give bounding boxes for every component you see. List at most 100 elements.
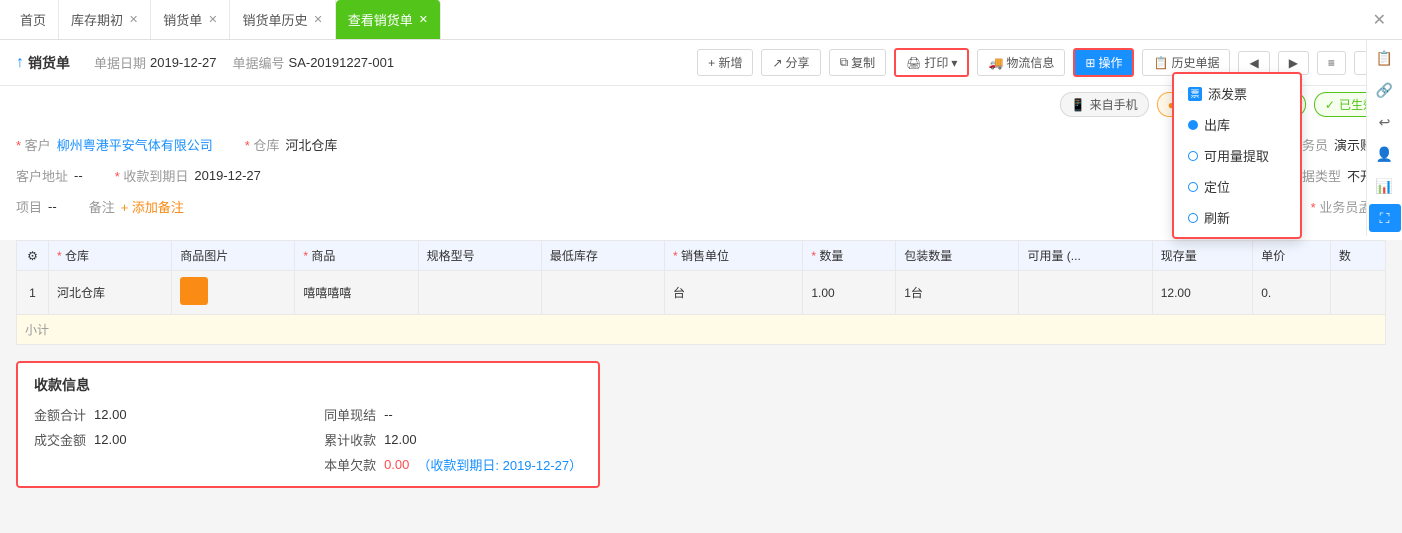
dropdown-refresh[interactable]: 刷新 — [1174, 202, 1300, 233]
payment-info-box: 收款信息 金额合计 12.00 同单现结 -- 成交金额 12.00 — [16, 361, 600, 488]
tab-inventory-init[interactable]: 库存期初 ✕ — [59, 0, 151, 39]
operation-button[interactable]: ⊞ 操作 — [1073, 48, 1134, 77]
col-product: * 商品 — [295, 241, 418, 271]
tab-home-label: 首页 — [20, 10, 46, 29]
dropdown-add-invoice[interactable]: 票 添发票 — [1174, 78, 1300, 109]
list-view-button[interactable]: ≡ — [1317, 51, 1346, 75]
logistics-icon: 🚚 — [988, 56, 1003, 70]
cell-warehouse: 河北仓库 — [49, 271, 172, 315]
locate-icon — [1188, 182, 1198, 192]
cell-unit-price: 0. — [1253, 271, 1331, 315]
sidebar-icon-3[interactable]: ↩ — [1369, 108, 1401, 136]
add-note-button[interactable]: 添加备注 — [121, 197, 184, 216]
refresh-label: 刷新 — [1204, 208, 1230, 227]
available-qty-icon — [1188, 151, 1198, 161]
tab-view-sales-label: 查看销货单 — [348, 10, 413, 29]
available-qty-label: 可用量提取 — [1204, 146, 1269, 165]
copy-button[interactable]: ⧉ 复制 — [829, 49, 887, 76]
project-label: 项目 — [16, 197, 42, 216]
sidebar-icon-2[interactable]: 🔗 — [1369, 76, 1401, 104]
due-date-field: 收款到期日 2019-12-27 — [115, 166, 261, 185]
doc-no-field: 单据编号 SA-20191227-001 — [233, 53, 395, 72]
transaction-amount-label: 成交金额 — [34, 430, 86, 449]
tab-sales-history-label: 销货单历史 — [242, 10, 307, 29]
cell-stock: 12.00 — [1152, 271, 1252, 315]
col-stock: 现存量 — [1152, 241, 1252, 271]
print-button[interactable]: 🖨 打印 ▾ — [894, 48, 969, 77]
same-order-row: 同单现结 -- — [324, 405, 582, 424]
sidebar-icon-1[interactable]: 📋 — [1369, 44, 1401, 72]
tab-sales-order[interactable]: 销货单 ✕ — [151, 0, 230, 39]
sidebar-icon-5[interactable]: 📊 — [1369, 172, 1401, 200]
cell-pack-qty: 1台 — [896, 271, 1019, 315]
doc-meta: 单据日期 2019-12-27 单据编号 SA-20191227-001 — [94, 53, 689, 72]
print-icon: 🖨 — [906, 56, 921, 70]
copy-icon: ⧉ — [840, 55, 849, 70]
arrears-value: 0.00 — [384, 457, 409, 472]
col-min-stock: 最低库存 — [541, 241, 664, 271]
transaction-amount-value: 12.00 — [94, 432, 127, 447]
locate-label: 定位 — [1204, 177, 1230, 196]
dropdown-outbound[interactable]: 出库 — [1174, 109, 1300, 140]
tab-view-sales[interactable]: 查看销货单 ✕ — [336, 0, 441, 39]
status-from-phone[interactable]: 📱 来自手机 — [1060, 92, 1149, 117]
tab-view-sales-close[interactable]: ✕ — [419, 13, 428, 26]
cumulative-receipt-label: 累计收款 — [324, 430, 376, 449]
tab-sales-history[interactable]: 销货单历史 ✕ — [230, 0, 335, 39]
operation-icon: ⊞ — [1085, 56, 1095, 70]
address-field: 客户地址 -- — [16, 166, 83, 185]
table-header-row: ⚙ * 仓库 商品图片 * 商品 规格型号 最低库存 * 销售单位 * 数量 包… — [17, 241, 1386, 271]
doc-date-field: 单据日期 2019-12-27 — [94, 53, 217, 72]
tab-sales-history-close[interactable]: ✕ — [314, 13, 323, 26]
outbound-icon — [1188, 120, 1198, 130]
logistics-button[interactable]: 🚚 物流信息 — [977, 49, 1065, 76]
share-button[interactable]: ↗ 分享 — [761, 49, 820, 76]
doc-no-value: SA-20191227-001 — [289, 55, 395, 70]
note-label: 备注 — [89, 197, 115, 216]
cell-extra — [1330, 271, 1385, 315]
from-phone-label: 来自手机 — [1090, 96, 1138, 113]
warehouse-value: 河北仓库 — [285, 135, 337, 154]
cell-no: 1 — [17, 271, 49, 315]
dropdown-locate[interactable]: 定位 — [1174, 171, 1300, 202]
global-close-button[interactable]: ✕ — [1365, 10, 1394, 30]
tab-home[interactable]: 首页 — [8, 0, 59, 39]
history-icon: 📋 — [1153, 56, 1168, 70]
add-invoice-icon: 票 — [1188, 87, 1202, 101]
effective-icon: ✓ — [1325, 98, 1335, 112]
col-quantity: * 数量 — [803, 241, 896, 271]
warehouse-field: 仓库 河北仓库 — [245, 135, 338, 154]
right-sidebar: 📋 🔗 ↩ 👤 📊 ⛶ — [1366, 40, 1402, 236]
cell-available — [1019, 271, 1152, 315]
project-field: 项目 -- — [16, 197, 57, 216]
new-button[interactable]: + 新增 — [697, 49, 753, 76]
due-date-label: 收款到期日 — [115, 166, 189, 185]
sidebar-expand-button[interactable]: ⛶ — [1369, 204, 1401, 232]
history-label: 历史单据 — [1171, 54, 1219, 71]
print-label: 打印 — [924, 54, 948, 71]
tab-sales-order-label: 销货单 — [163, 10, 202, 29]
sidebar-icon-4[interactable]: 👤 — [1369, 140, 1401, 168]
payment-info-grid: 金额合计 12.00 同单现结 -- 成交金额 12.00 累计收款 12.00 — [34, 405, 582, 474]
subtotal-row: 小计 — [17, 315, 1386, 345]
doc-type-icon: ↑ — [16, 54, 24, 72]
tab-inventory-close[interactable]: ✕ — [129, 13, 138, 26]
subtotal-label: 小计 — [25, 323, 49, 337]
col-unit-price: 单价 — [1253, 241, 1331, 271]
col-spec: 规格型号 — [418, 241, 541, 271]
logistics-label: 物流信息 — [1006, 54, 1054, 71]
prev-button[interactable]: ◀ — [1238, 51, 1269, 75]
cumulative-receipt-row: 累计收款 12.00 — [324, 430, 582, 449]
table-scroll: ⚙ * 仓库 商品图片 * 商品 规格型号 最低库存 * 销售单位 * 数量 包… — [16, 240, 1386, 345]
print-dropdown-icon: ▾ — [951, 56, 957, 70]
col-settings[interactable]: ⚙ — [17, 241, 49, 271]
doc-type-label: 销货单 — [28, 53, 70, 73]
tab-inventory-label: 库存期初 — [71, 10, 123, 29]
table-row: 1 河北仓库 嘻嘻嘻嘻 台 1.00 1台 — [17, 271, 1386, 315]
tab-sales-order-close[interactable]: ✕ — [208, 13, 217, 26]
customer-value[interactable]: 柳州粤港平安气体有限公司 — [57, 135, 213, 154]
total-amount-value: 12.00 — [94, 407, 127, 422]
refresh-icon — [1188, 213, 1198, 223]
dropdown-available-qty[interactable]: 可用量提取 — [1174, 140, 1300, 171]
next-button[interactable]: ▶ — [1278, 51, 1309, 75]
